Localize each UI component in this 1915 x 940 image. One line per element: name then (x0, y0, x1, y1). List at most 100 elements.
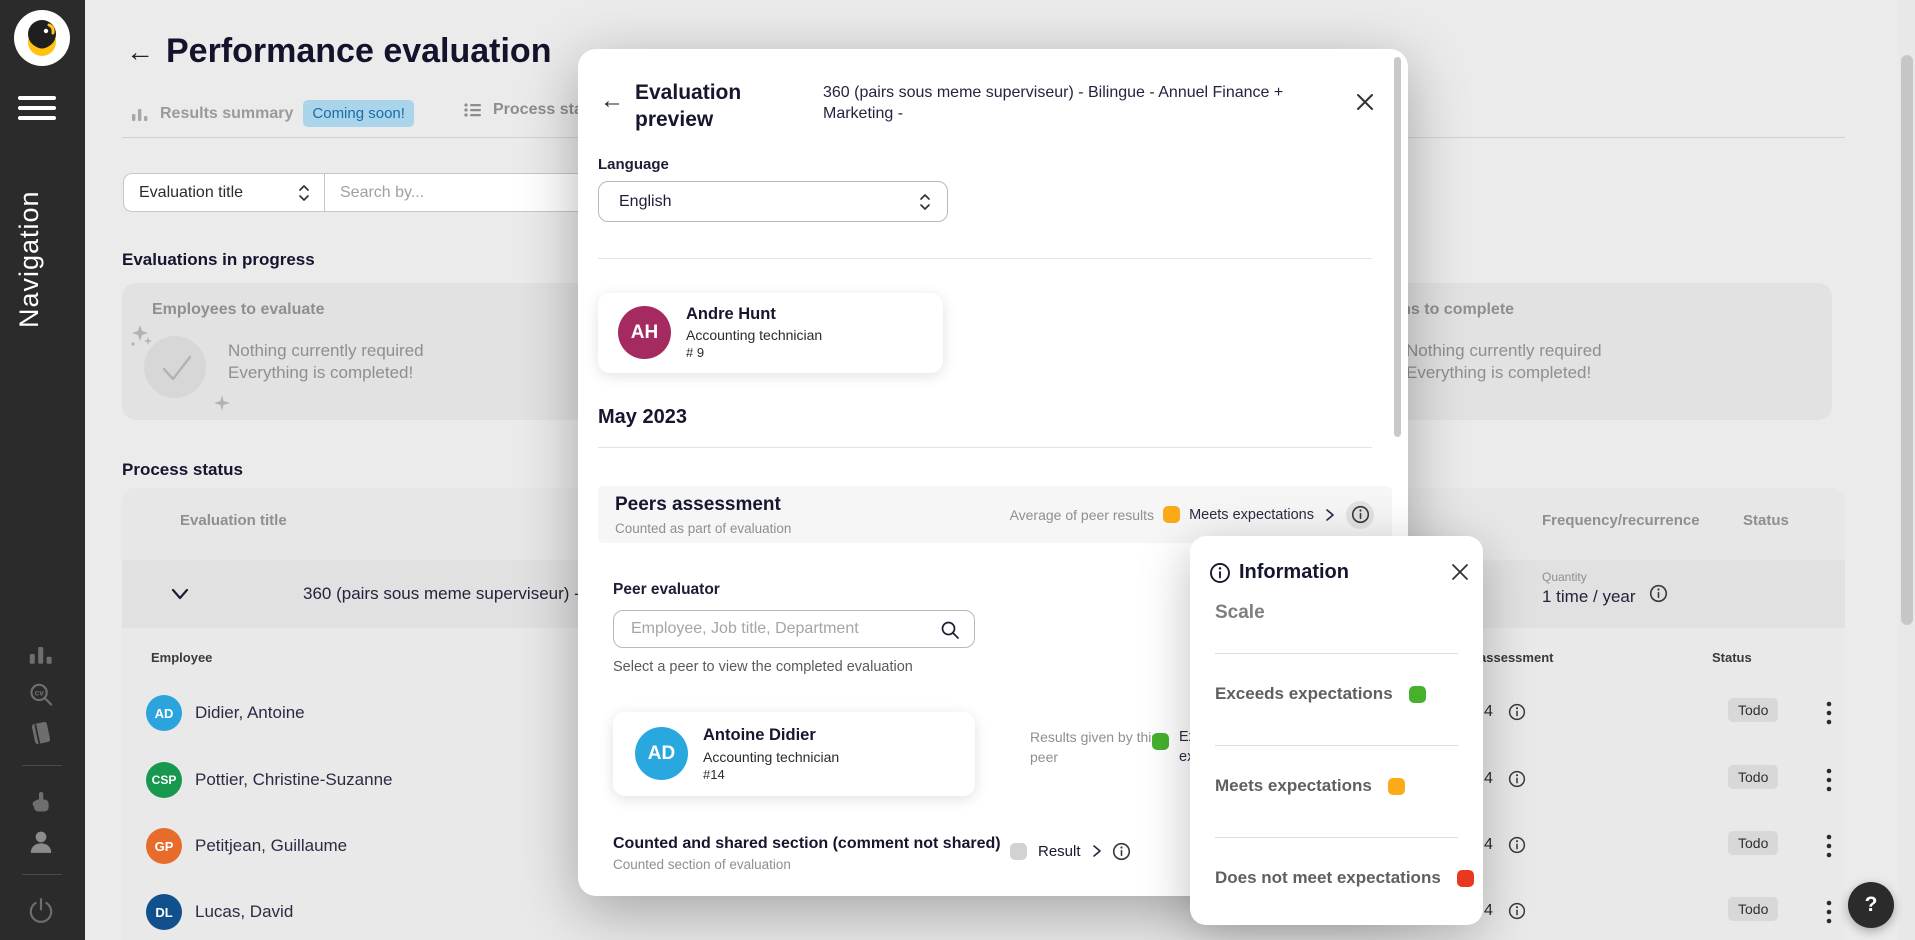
employee-name: Didier, Antoine (195, 703, 305, 723)
frequency-value: 1 time / year (1542, 587, 1636, 607)
row-info-icon[interactable] (1508, 770, 1526, 788)
modal-title: Evaluation preview (635, 79, 785, 133)
tab-results-summary[interactable]: Results summary Coming soon! (130, 100, 414, 127)
scale-label: Scale (1215, 602, 1265, 624)
status-badge: Todo (1728, 831, 1778, 855)
peer-number: #14 (703, 767, 725, 782)
employee-name: Pottier, Christine-Suzanne (195, 770, 393, 790)
employee-name: Andre Hunt (686, 305, 776, 324)
divider (598, 447, 1372, 448)
employee-name: Petitjean, Guillaume (195, 836, 347, 856)
scale-item-meets: Meets expectations (1215, 776, 1405, 796)
scale-color-square (1409, 686, 1426, 703)
information-popover: Information Scale Exceeds expectations M… (1190, 536, 1483, 925)
peer-evaluator-card[interactable]: AD Antoine Didier Accounting technician … (613, 712, 975, 796)
avatar: GP (146, 828, 182, 864)
col-status: Status (1712, 650, 1752, 665)
list-icon (463, 100, 483, 120)
scale-item-label: Does not meet expectations (1215, 868, 1441, 888)
search-icon (940, 620, 960, 640)
result-label: Result (1038, 843, 1081, 860)
empty-state-line2: Everything is completed! (1406, 363, 1591, 383)
modal-scrollbar[interactable] (1394, 57, 1401, 437)
modal-back-button[interactable]: ← (600, 87, 624, 115)
divider (1215, 653, 1458, 654)
cv-search-icon: cv (27, 681, 55, 709)
kebab-menu-icon[interactable] (1825, 767, 1833, 793)
average-value: Meets expectations (1189, 507, 1314, 523)
page-scrollbar-thumb[interactable] (1901, 55, 1913, 625)
shared-section-title: Counted and shared section (comment not … (613, 835, 1001, 853)
scale-color-square (1388, 778, 1405, 795)
scale-item-label: Meets expectations (1215, 776, 1372, 796)
kebab-menu-icon[interactable] (1825, 700, 1833, 726)
tab-label: Results summary (160, 105, 293, 123)
empty-state-line1: Nothing currently required (1406, 341, 1602, 361)
page-scrollbar[interactable] (1899, 0, 1915, 940)
row-info-icon[interactable] (1508, 703, 1526, 721)
section-subtitle: Counted as part of evaluation (615, 521, 791, 536)
peer-job-title: Accounting technician (703, 749, 839, 765)
search-field-selector[interactable]: Evaluation title (123, 173, 325, 212)
sparkles-icon (130, 325, 156, 355)
language-value: English (619, 193, 671, 211)
sidebar-item-cv-search[interactable]: cv (27, 681, 57, 711)
chevron-right-icon[interactable] (1090, 843, 1104, 859)
col-employee: Employee (151, 650, 212, 665)
bar-chart-icon (130, 104, 150, 124)
power-icon (27, 896, 55, 924)
chevron-right-icon[interactable] (1323, 507, 1337, 523)
status-badge: Todo (1728, 897, 1778, 921)
kebab-menu-icon[interactable] (1825, 899, 1833, 925)
page-title: Performance evaluation (166, 32, 551, 71)
peer-evaluator-label: Peer evaluator (613, 581, 720, 599)
peers-info-icon[interactable] (1346, 501, 1374, 529)
employee-job-title: Accounting technician (686, 327, 822, 343)
result-info-icon[interactable] (1112, 842, 1131, 861)
card-title: Employees to evaluate (152, 301, 325, 319)
menu-hamburger-icon[interactable] (18, 96, 56, 126)
row-info-icon[interactable] (1508, 902, 1526, 920)
help-button[interactable]: ? (1848, 882, 1894, 928)
sidebar-item-profile[interactable] (27, 828, 57, 858)
sidebar-item-reports[interactable] (27, 640, 57, 670)
scale-item-exceeds: Exceeds expectations (1215, 684, 1426, 704)
modal-subtitle: 360 (pairs sous meme superviseur) - Bili… (823, 82, 1323, 124)
popover-close-icon[interactable] (1450, 562, 1470, 582)
modal-close-icon[interactable] (1354, 91, 1376, 113)
result-color-square (1010, 843, 1027, 860)
scale-item-does-not-meet: Does not meet expectations (1215, 868, 1474, 888)
chevron-up-down-icon (917, 190, 933, 214)
assessment-count: 4 (1484, 902, 1493, 920)
coming-soon-badge: Coming soon! (303, 100, 414, 127)
sidebar-item-requests[interactable] (27, 788, 57, 818)
sidebar-item-handbook[interactable] (27, 719, 57, 749)
frequency-info-icon[interactable] (1649, 584, 1668, 603)
peer-search-hint: Select a peer to view the completed eval… (613, 659, 913, 675)
language-select[interactable]: English (598, 181, 948, 222)
chevron-down-icon[interactable] (170, 586, 190, 602)
shared-section-subtitle: Counted section of evaluation (613, 857, 791, 872)
row-info-icon[interactable] (1508, 836, 1526, 854)
assessment-count: 4 (1484, 836, 1493, 854)
back-button[interactable]: ← (126, 36, 154, 68)
peer-search (613, 610, 975, 648)
book-icon (27, 719, 55, 747)
app-logo[interactable] (13, 9, 71, 67)
evaluated-employee-card[interactable]: AH Andre Hunt Accounting technician # 9 (598, 293, 943, 373)
status-badge: Todo (1728, 765, 1778, 789)
kebab-menu-icon[interactable] (1825, 833, 1833, 859)
employee-name: Lucas, David (195, 902, 293, 922)
average-label: Average of peer results (1010, 507, 1155, 523)
avatar: DL (146, 894, 182, 930)
divider (598, 258, 1372, 259)
selected-field: Evaluation title (139, 184, 243, 202)
sparkle-icon (214, 395, 230, 411)
svg-text:cv: cv (35, 689, 45, 698)
sidebar-item-logout[interactable] (27, 896, 57, 926)
col-frequency: Frequency/recurrence (1542, 512, 1700, 529)
avatar: CSP (146, 762, 182, 798)
sidebar: Navigation cv (0, 0, 85, 940)
peer-search-input[interactable] (614, 611, 934, 647)
logo-icon (13, 9, 71, 67)
